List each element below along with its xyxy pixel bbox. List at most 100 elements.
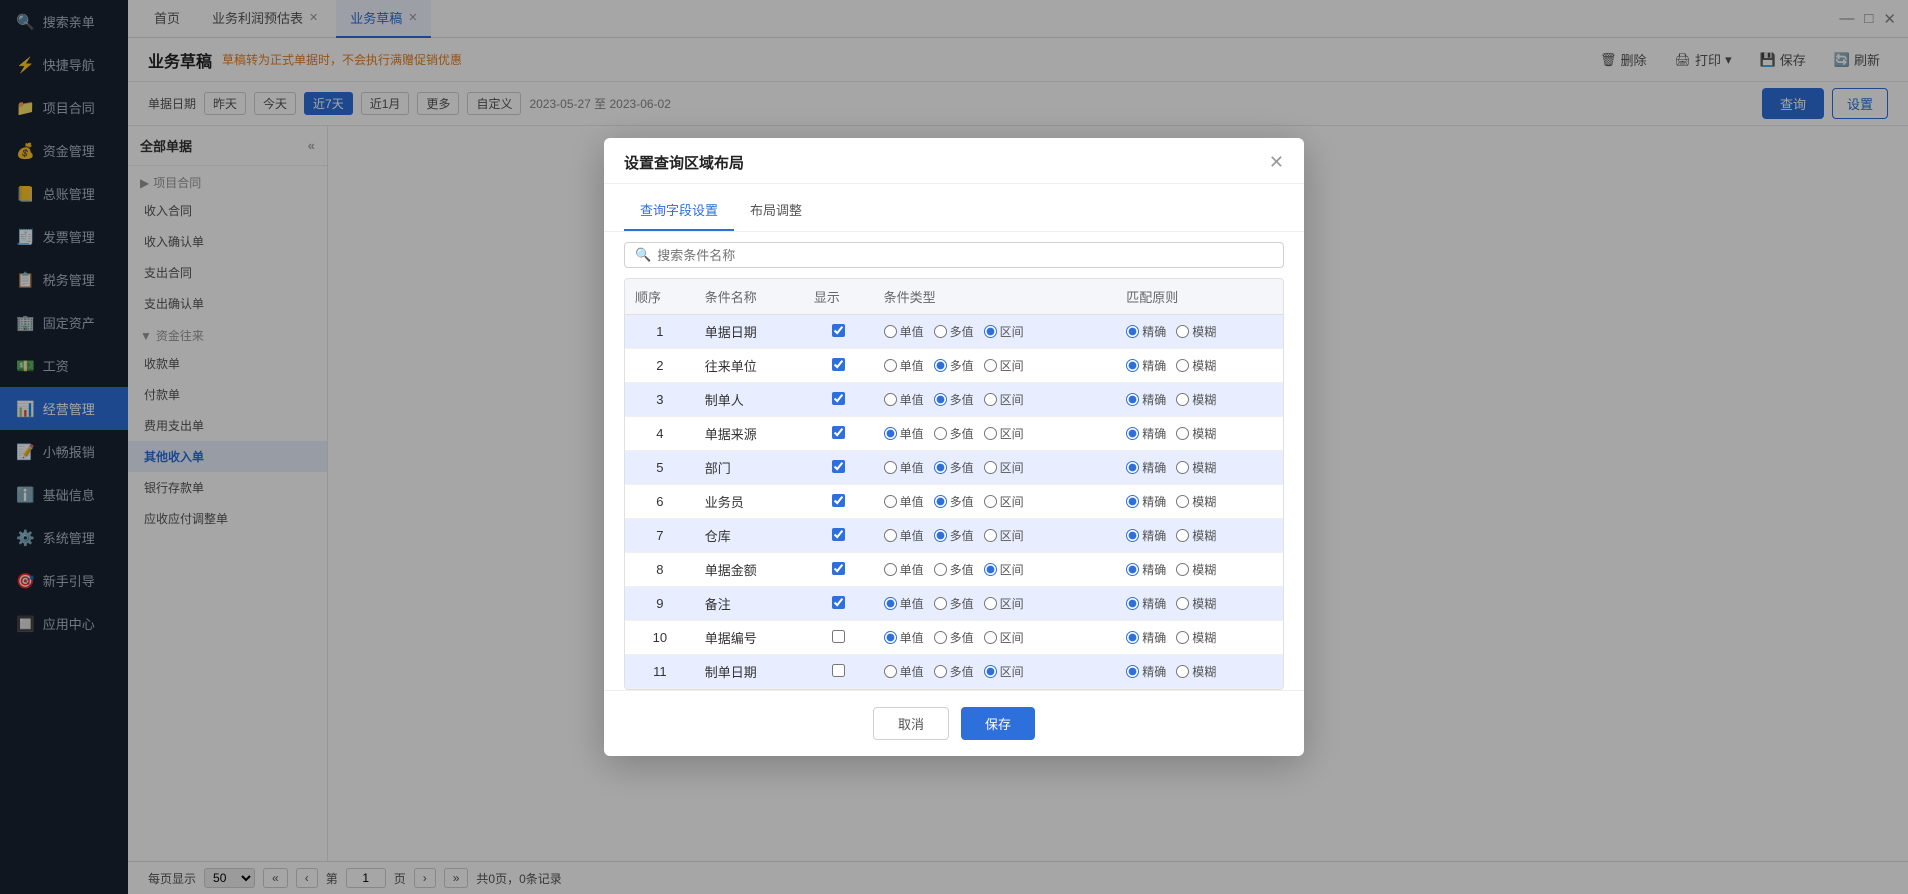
show-checkbox[interactable] xyxy=(832,562,845,575)
condition-type-option-区间[interactable]: 区间 xyxy=(984,663,1024,680)
cell-match: 精确模糊 xyxy=(1116,553,1283,587)
search-icon: 🔍 xyxy=(635,247,651,263)
search-box: 🔍 xyxy=(624,242,1284,268)
condition-type-option-单值[interactable]: 单值 xyxy=(884,595,924,612)
cell-name: 业务员 xyxy=(695,485,804,519)
condition-type-option-区间[interactable]: 区间 xyxy=(984,425,1024,442)
match-option-模糊[interactable]: 模糊 xyxy=(1176,493,1216,510)
cell-show xyxy=(804,519,874,553)
cell-name: 往来单位 xyxy=(695,349,804,383)
condition-type-option-区间[interactable]: 区间 xyxy=(984,493,1024,510)
condition-type-option-单值[interactable]: 单值 xyxy=(884,493,924,510)
condition-type-option-单值[interactable]: 单值 xyxy=(884,425,924,442)
condition-type-option-多值[interactable]: 多值 xyxy=(934,595,974,612)
search-input[interactable] xyxy=(657,248,1273,263)
match-option-模糊[interactable]: 模糊 xyxy=(1176,357,1216,374)
match-option-模糊[interactable]: 模糊 xyxy=(1176,323,1216,340)
condition-type-option-多值[interactable]: 多值 xyxy=(934,561,974,578)
match-option-模糊[interactable]: 模糊 xyxy=(1176,629,1216,646)
cell-condition-type: 单值多值区间 xyxy=(874,315,1117,349)
cell-condition-type: 单值多值区间 xyxy=(874,485,1117,519)
condition-type-option-多值[interactable]: 多值 xyxy=(934,527,974,544)
match-option-模糊[interactable]: 模糊 xyxy=(1176,561,1216,578)
condition-type-option-单值[interactable]: 单值 xyxy=(884,357,924,374)
cell-order: 6 xyxy=(625,485,695,519)
match-option-精确[interactable]: 精确 xyxy=(1126,595,1166,612)
match-option-精确[interactable]: 精确 xyxy=(1126,357,1166,374)
col-match: 匹配原则 xyxy=(1116,279,1283,315)
condition-type-option-多值[interactable]: 多值 xyxy=(934,323,974,340)
table-row: 3制单人单值多值区间精确模糊 xyxy=(625,383,1283,417)
show-checkbox[interactable] xyxy=(832,528,845,541)
match-option-模糊[interactable]: 模糊 xyxy=(1176,527,1216,544)
show-checkbox[interactable] xyxy=(832,426,845,439)
show-checkbox[interactable] xyxy=(832,358,845,371)
condition-type-option-区间[interactable]: 区间 xyxy=(984,561,1024,578)
condition-type-option-多值[interactable]: 多值 xyxy=(934,629,974,646)
match-option-精确[interactable]: 精确 xyxy=(1126,629,1166,646)
match-option-模糊[interactable]: 模糊 xyxy=(1176,595,1216,612)
cell-condition-type: 单值多值区间 xyxy=(874,349,1117,383)
show-checkbox[interactable] xyxy=(832,596,845,609)
match-option-精确[interactable]: 精确 xyxy=(1126,391,1166,408)
match-option-精确[interactable]: 精确 xyxy=(1126,425,1166,442)
show-checkbox[interactable] xyxy=(832,664,845,677)
condition-type-option-区间[interactable]: 区间 xyxy=(984,459,1024,476)
col-order: 顺序 xyxy=(625,279,695,315)
show-checkbox[interactable] xyxy=(832,324,845,337)
modal-tabs: 查询字段设置 布局调整 xyxy=(604,184,1304,232)
match-option-精确[interactable]: 精确 xyxy=(1126,493,1166,510)
condition-type-option-区间[interactable]: 区间 xyxy=(984,357,1024,374)
match-option-精确[interactable]: 精确 xyxy=(1126,561,1166,578)
condition-type-option-区间[interactable]: 区间 xyxy=(984,391,1024,408)
condition-type-option-单值[interactable]: 单值 xyxy=(884,527,924,544)
show-checkbox[interactable] xyxy=(832,460,845,473)
show-checkbox[interactable] xyxy=(832,630,845,643)
match-option-精确[interactable]: 精确 xyxy=(1126,459,1166,476)
table-row: 7仓库单值多值区间精确模糊 xyxy=(625,519,1283,553)
show-checkbox[interactable] xyxy=(832,392,845,405)
condition-type-option-多值[interactable]: 多值 xyxy=(934,391,974,408)
cell-match: 精确模糊 xyxy=(1116,451,1283,485)
table-row: 11制单日期单值多值区间精确模糊 xyxy=(625,655,1283,689)
cell-name: 单据来源 xyxy=(695,417,804,451)
condition-type-option-区间[interactable]: 区间 xyxy=(984,595,1024,612)
condition-type-option-单值[interactable]: 单值 xyxy=(884,663,924,680)
cell-condition-type: 单值多值区间 xyxy=(874,451,1117,485)
condition-type-option-区间[interactable]: 区间 xyxy=(984,323,1024,340)
condition-type-option-多值[interactable]: 多值 xyxy=(934,357,974,374)
match-option-模糊[interactable]: 模糊 xyxy=(1176,663,1216,680)
match-option-模糊[interactable]: 模糊 xyxy=(1176,459,1216,476)
condition-type-option-单值[interactable]: 单值 xyxy=(884,459,924,476)
condition-type-option-多值[interactable]: 多值 xyxy=(934,459,974,476)
match-option-精确[interactable]: 精确 xyxy=(1126,323,1166,340)
cell-order: 10 xyxy=(625,621,695,655)
condition-type-option-区间[interactable]: 区间 xyxy=(984,527,1024,544)
cell-order: 3 xyxy=(625,383,695,417)
condition-type-option-区间[interactable]: 区间 xyxy=(984,629,1024,646)
show-checkbox[interactable] xyxy=(832,494,845,507)
modal-tab-query-fields[interactable]: 查询字段设置 xyxy=(624,194,734,231)
condition-type-option-单值[interactable]: 单值 xyxy=(884,323,924,340)
match-option-模糊[interactable]: 模糊 xyxy=(1176,425,1216,442)
cell-order: 2 xyxy=(625,349,695,383)
modal-tab-layout[interactable]: 布局调整 xyxy=(734,194,818,231)
modal-title: 设置查询区域布局 xyxy=(624,152,744,173)
match-option-精确[interactable]: 精确 xyxy=(1126,663,1166,680)
condition-type-option-多值[interactable]: 多值 xyxy=(934,493,974,510)
condition-type-option-单值[interactable]: 单值 xyxy=(884,561,924,578)
cell-match: 精确模糊 xyxy=(1116,417,1283,451)
condition-type-option-多值[interactable]: 多值 xyxy=(934,663,974,680)
save-button[interactable]: 保存 xyxy=(961,707,1035,740)
cell-order: 4 xyxy=(625,417,695,451)
cell-match: 精确模糊 xyxy=(1116,485,1283,519)
modal-close-button[interactable]: ✕ xyxy=(1269,152,1284,173)
condition-type-option-单值[interactable]: 单值 xyxy=(884,629,924,646)
cell-name: 单据日期 xyxy=(695,315,804,349)
condition-type-option-多值[interactable]: 多值 xyxy=(934,425,974,442)
match-option-精确[interactable]: 精确 xyxy=(1126,527,1166,544)
match-option-模糊[interactable]: 模糊 xyxy=(1176,391,1216,408)
table-row: 8单据金额单值多值区间精确模糊 xyxy=(625,553,1283,587)
condition-type-option-单值[interactable]: 单值 xyxy=(884,391,924,408)
cancel-button[interactable]: 取消 xyxy=(873,707,949,740)
